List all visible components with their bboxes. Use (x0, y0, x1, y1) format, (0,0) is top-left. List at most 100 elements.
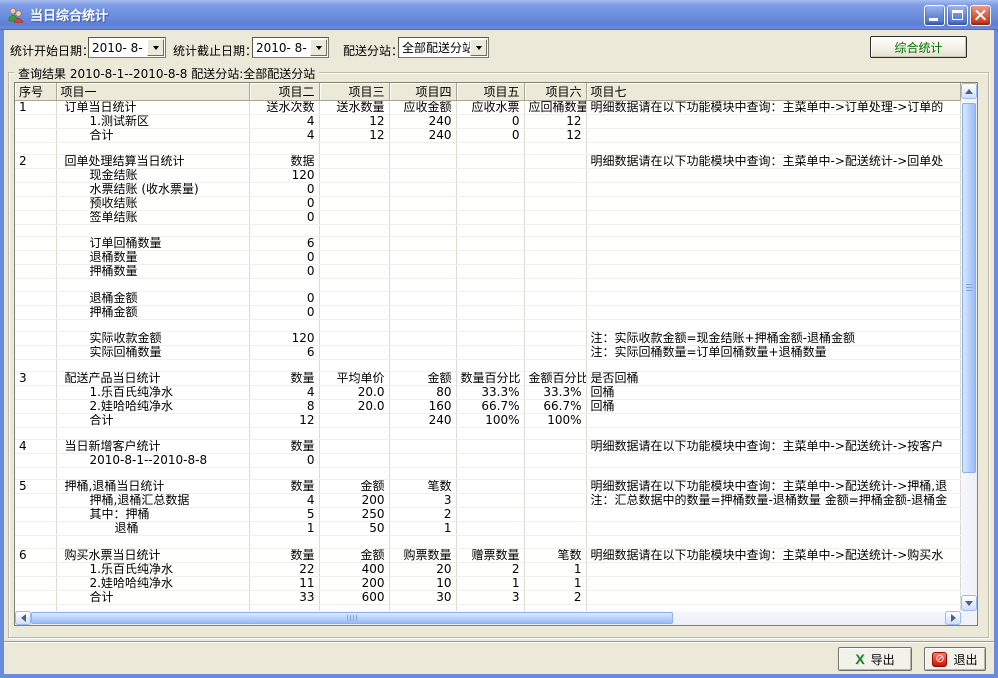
cell-c4: 30 (389, 590, 457, 605)
cell-n (15, 114, 57, 129)
cell-c6 (524, 278, 587, 292)
vertical-scrollbar-thumb[interactable] (962, 103, 976, 473)
cell-c5 (456, 236, 525, 252)
cell-c4: 160 (389, 399, 457, 414)
cell-c5 (456, 305, 525, 320)
cell-c5: 赠票数量 (456, 548, 525, 563)
table-row (15, 467, 961, 481)
end-date-label: 统计截止日期： (173, 44, 258, 58)
cell-t: 订单当日统计 (56, 100, 250, 115)
start-date-combo[interactable]: 2010- 8- 1 (88, 37, 166, 58)
cell-c4 (389, 291, 457, 306)
vertical-scrollbar[interactable] (961, 83, 977, 611)
cell-c7 (586, 264, 961, 280)
table-row: 2010-8-1--2010-8-8 0 (15, 453, 961, 469)
cell-c6: 1 (524, 576, 587, 591)
cell-c7 (586, 467, 961, 481)
cell-n (15, 385, 57, 400)
cell-t: 订单回桶数量 (56, 236, 250, 252)
table-row: 实际回桶数量 6 注：实际回桶数量=订单回桶数量+退桶数量 (15, 345, 961, 360)
cell-t: 1.乐百氏纯净水 (56, 562, 250, 577)
cell-c3: 50 (319, 521, 390, 537)
table-row: 4 当日新增客户统计 数量 明细数据请在以下功能模块中查询：主菜单中->配送统计->按… (15, 439, 961, 455)
cell-c3 (319, 535, 390, 549)
cell-c6 (524, 250, 587, 266)
cell-c3 (319, 319, 390, 332)
cell-c4 (389, 264, 457, 280)
cell-c4 (389, 196, 457, 212)
cell-c5: 33.3% (456, 385, 525, 400)
cell-c5 (456, 521, 525, 537)
cell-c2: 4 (249, 493, 320, 509)
cell-t: 1.测试新区 (56, 114, 250, 129)
station-dropdown-button[interactable] (470, 39, 487, 56)
cell-t: 实际收款金额 (56, 331, 250, 346)
cell-t: 2.娃哈哈纯净水 (56, 399, 250, 414)
stats-button[interactable]: 综合统计 (870, 36, 967, 58)
exit-button-label: 退出 (953, 652, 978, 667)
cell-c5 (456, 359, 525, 372)
cell-c5 (456, 467, 525, 481)
cell-t: 押桶,退桶汇总数据 (56, 493, 250, 509)
start-date-dropdown-button[interactable] (147, 39, 164, 56)
cell-t: 退桶金额 (56, 291, 250, 306)
cell-c5 (456, 604, 525, 611)
export-button[interactable]: X 导出 (838, 647, 912, 671)
excel-icon: X (855, 651, 865, 667)
cell-c2: 0 (249, 291, 320, 306)
cell-c4 (389, 142, 457, 156)
cell-c7: 注：汇总数据中的数量=押桶数量-退桶数量 金额=押桶金额-退桶金 (586, 493, 961, 509)
window-border-right (994, 30, 998, 678)
triangle-right-icon (950, 614, 956, 622)
cell-t (56, 319, 250, 332)
cell-c7 (586, 413, 961, 428)
cell-c6 (524, 319, 587, 332)
cell-c5: 0 (456, 114, 525, 129)
cell-c7: 回桶 (586, 385, 961, 400)
cell-c4 (389, 427, 457, 441)
cell-c7 (586, 576, 961, 591)
cell-c5: 3 (456, 590, 525, 605)
scrollbar-corner (961, 611, 977, 625)
chevron-down-icon (315, 45, 322, 50)
cell-c4 (389, 224, 457, 238)
end-date-dropdown-button[interactable] (310, 39, 327, 56)
cell-c3 (319, 305, 390, 320)
exit-button[interactable]: ⊘ 退出 (924, 647, 986, 671)
table-row: 退桶金额 0 (15, 291, 961, 306)
cell-c3: 12 (319, 114, 390, 129)
cell-c6 (524, 182, 587, 198)
cell-c4 (389, 604, 457, 611)
cell-c2: 4 (249, 385, 320, 400)
station-combo[interactable]: 全部配送分站 (398, 37, 489, 58)
cell-n (15, 128, 57, 143)
scroll-up-button[interactable] (961, 83, 977, 99)
cell-c5 (456, 142, 525, 156)
table-row: 1.乐百氏纯净水 4 20.0 80 33.3% 33.3% 回桶 (15, 385, 961, 400)
client-area: 统计开始日期： 2010- 8- 1 统计截止日期： 2010- 8- 8 配送… (4, 30, 994, 674)
maximize-icon (952, 10, 963, 20)
cell-c2: 6 (249, 345, 320, 360)
cell-c4 (389, 210, 457, 226)
cell-c4 (389, 331, 457, 346)
window-controls (924, 5, 991, 26)
cell-c7 (586, 168, 961, 184)
horizontal-scrollbar[interactable] (15, 611, 961, 625)
station-value: 全部配送分站 (402, 41, 470, 55)
cell-c2: 送水次数 (249, 100, 320, 115)
cell-t: 押桶金额 (56, 305, 250, 320)
maximize-button-icon[interactable] (947, 5, 968, 26)
cell-n (15, 278, 57, 292)
cell-c3 (319, 604, 390, 611)
end-date-combo[interactable]: 2010- 8- 8 (252, 37, 329, 58)
cell-n (15, 590, 57, 605)
cell-c4 (389, 359, 457, 372)
scroll-left-button[interactable] (15, 611, 31, 625)
stats-table-body: 1 订单当日统计 送水次数 送水数量 应收金额 应收水票 应回桶数量 明细数据请在以下功能模块… (15, 100, 961, 611)
close-button-icon[interactable] (970, 5, 991, 26)
horizontal-scrollbar-thumb[interactable] (31, 612, 673, 624)
scroll-right-button[interactable] (945, 611, 961, 625)
scroll-down-button[interactable] (961, 595, 977, 611)
minimize-button-icon[interactable] (924, 5, 945, 26)
cell-c4 (389, 168, 457, 184)
